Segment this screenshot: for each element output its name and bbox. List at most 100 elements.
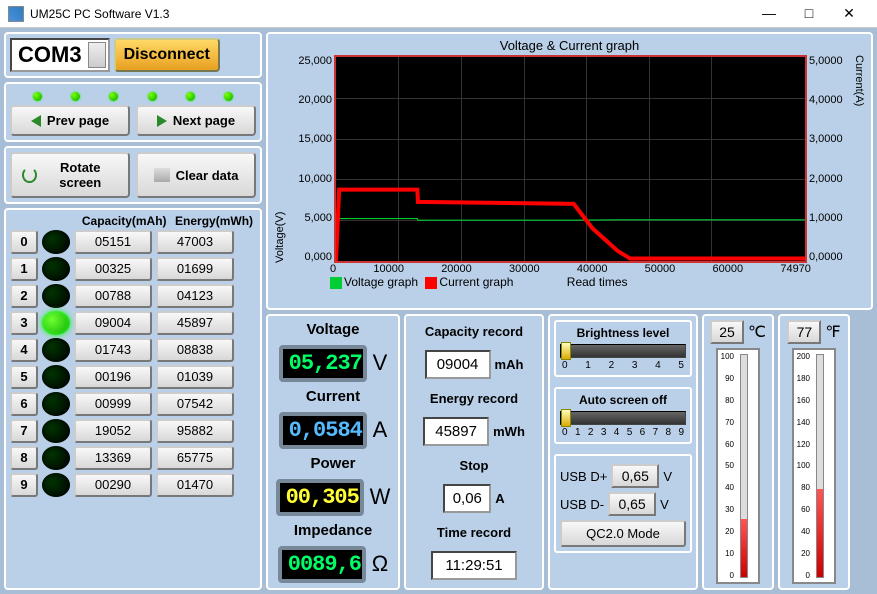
row-energy[interactable]: 04123 [156,284,234,308]
stop-label: Stop [460,458,489,473]
data-row: 2 00788 04123 [10,284,256,308]
row-select-button[interactable]: 3 [10,311,38,335]
stop-value[interactable]: 0,06 [443,484,491,513]
row-energy[interactable]: 08838 [156,338,234,362]
row-capacity[interactable]: 05151 [74,230,152,254]
row-select-button[interactable]: 2 [10,284,38,308]
minimize-button[interactable]: — [749,4,789,24]
ylabel-right: Current(A) [851,55,867,263]
record-panel: Capacity record 09004mAh Energy record 4… [404,314,544,590]
usb-dm-label: USB D- [560,497,604,512]
energy-record-unit: mWh [493,424,525,439]
row-led [42,473,70,497]
x-ticks: 010000200003000040000500006000074970 [330,263,811,275]
current-unit: A [373,417,388,443]
row-energy[interactable]: 95882 [156,419,234,443]
row-energy[interactable]: 45897 [156,311,234,335]
row-select-button[interactable]: 0 [10,230,38,254]
maximize-button[interactable]: □ [789,4,829,24]
usb-group: USB D+0,65V USB D-0,65V QC2.0 Mode [554,454,692,553]
row-led [42,311,70,335]
row-energy[interactable]: 01470 [156,473,234,497]
current-label: Current [306,388,360,405]
temp-c-value: 25 [710,320,744,344]
row-select-button[interactable]: 5 [10,365,38,389]
data-row: 0 05151 47003 [10,230,256,254]
prev-page-button[interactable]: Prev page [10,105,130,136]
row-energy[interactable]: 01039 [156,365,234,389]
row-capacity[interactable]: 13369 [74,446,152,470]
power-unit: W [370,484,391,510]
row-capacity[interactable]: 00196 [74,365,152,389]
row-capacity[interactable]: 09004 [74,311,152,335]
usb-dp-unit: V [663,469,672,484]
window-title: UM25C PC Software V1.3 [30,7,749,21]
row-capacity[interactable]: 00290 [74,473,152,497]
voltage-unit: V [373,350,388,376]
auto-off-group: Auto screen off 0123456789 [554,387,692,444]
app-icon [8,6,24,22]
row-led [42,338,70,362]
usb-dp-label: USB D+ [560,469,607,484]
temp-f-value: 77 [787,320,821,344]
tools-panel: Rotate screen Clear data [4,146,262,204]
row-energy[interactable]: 65775 [156,446,234,470]
usb-dm-value: 0,65 [608,492,656,516]
thermometer-f: 200180160140120100806040200 [792,348,836,584]
row-energy[interactable]: 07542 [156,392,234,416]
row-capacity[interactable]: 19052 [74,419,152,443]
data-panel: Capacity(mAh) Energy(mWh) 0 05151 470031… [4,208,262,590]
row-led [42,365,70,389]
voltage-value: 05,237 [279,345,367,382]
brightness-ticks: 012345 [560,360,686,371]
rotate-screen-button[interactable]: Rotate screen [10,152,130,198]
chart-plot [334,55,807,263]
row-select-button[interactable]: 7 [10,419,38,443]
row-capacity[interactable]: 00999 [74,392,152,416]
row-select-button[interactable]: 1 [10,257,38,281]
y-ticks-left: 25,00020,00015,00010,0005,0000,000 [288,55,334,263]
temp-f-panel: 77℉ 200180160140120100806040200 [778,314,850,590]
ylabel-left: Voltage(V) [272,55,288,263]
y-ticks-right: 5,00004,00003,00002,00001,00000,0000 [807,55,851,263]
prev-page-label: Prev page [47,113,109,128]
com-port-select[interactable]: COM3 [10,38,110,72]
row-capacity[interactable]: 00788 [74,284,152,308]
auto-off-slider[interactable] [560,411,686,425]
row-select-button[interactable]: 4 [10,338,38,362]
status-led [186,92,195,101]
row-energy[interactable]: 47003 [156,230,234,254]
capacity-record-value: 09004 [425,350,491,379]
qc-mode-button[interactable]: QC2.0 Mode [560,520,686,547]
close-button[interactable]: ✕ [829,4,869,24]
legend-voltage: Voltage graph [344,275,418,289]
row-energy[interactable]: 01699 [156,257,234,281]
brightness-label: Brightness level [560,326,686,340]
usb-dm-unit: V [660,497,669,512]
status-led [224,92,233,101]
next-page-button[interactable]: Next page [136,105,256,136]
data-row: 9 00290 01470 [10,473,256,497]
auto-off-knob[interactable] [561,409,571,427]
status-led [109,92,118,101]
voltage-label: Voltage [306,321,359,338]
chart-panel: Voltage & Current graph Voltage(V) 25,00… [266,32,873,310]
status-led [148,92,157,101]
row-select-button[interactable]: 8 [10,446,38,470]
row-capacity[interactable]: 00325 [74,257,152,281]
brightness-slider[interactable] [560,344,686,358]
current-value: 0,0584 [279,412,367,449]
brightness-knob[interactable] [561,342,571,360]
row-select-button[interactable]: 6 [10,392,38,416]
temp-c-panel: 25℃ 1009080706050403020100 [702,314,774,590]
xlabel: Read times [567,275,628,289]
clear-data-button[interactable]: Clear data [136,152,256,198]
power-label: Power [310,455,355,472]
data-row: 5 00196 01039 [10,365,256,389]
disconnect-button[interactable]: Disconnect [114,38,220,72]
row-capacity[interactable]: 01743 [74,338,152,362]
energy-record-value: 45897 [423,417,489,446]
chevron-down-icon[interactable] [88,42,106,68]
row-select-button[interactable]: 9 [10,473,38,497]
row-led [42,419,70,443]
